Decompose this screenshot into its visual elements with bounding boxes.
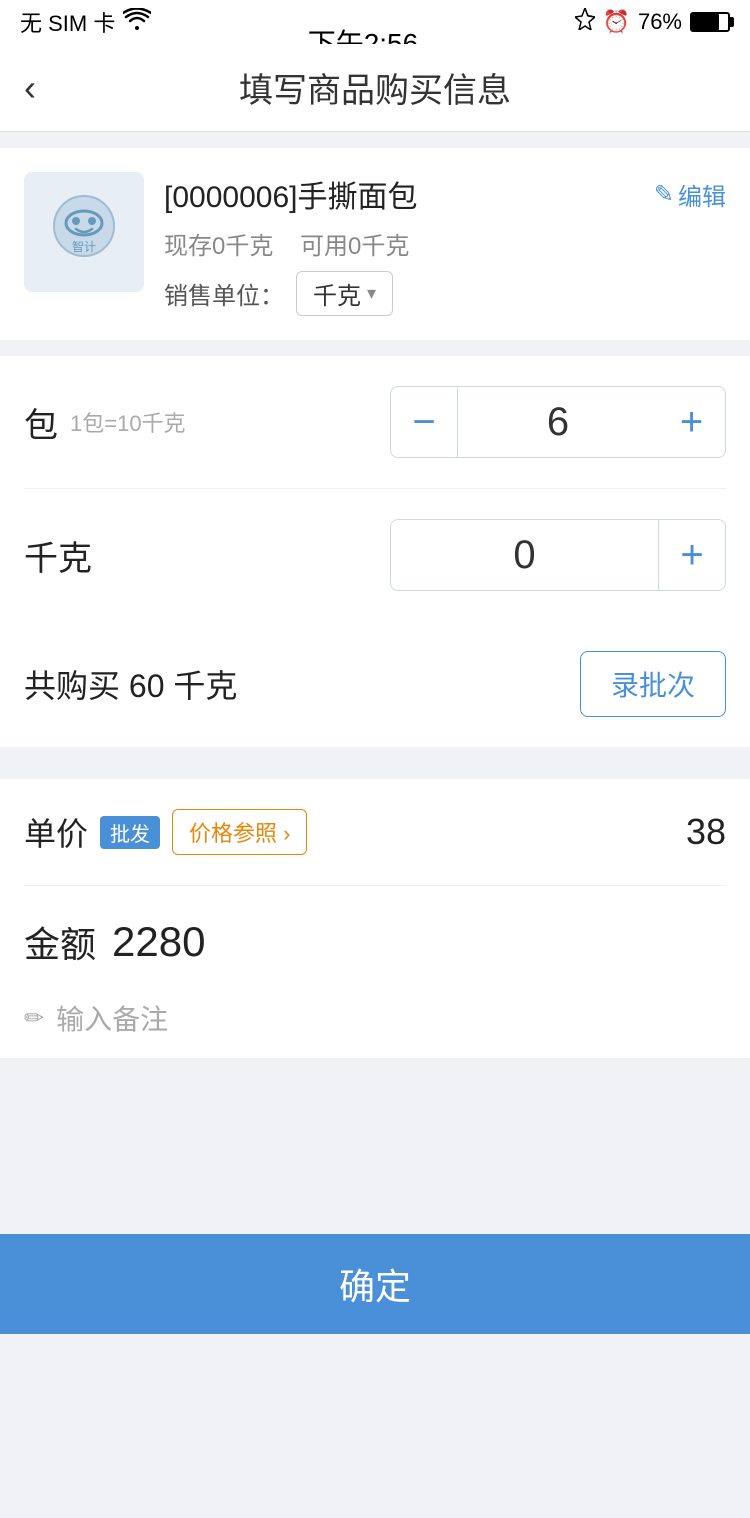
amount-value: 2280	[112, 918, 205, 966]
input-section: 包 1包=10千克 − + 千克 +	[0, 356, 750, 621]
bao-quantity-control: − +	[390, 386, 726, 458]
kg-quantity-input[interactable]	[390, 519, 658, 591]
kg-input-row: 千克 +	[24, 489, 726, 621]
total-row: 共购买 60 千克 录批次	[0, 621, 750, 747]
divider-2	[0, 747, 750, 763]
bao-input-row: 包 1包=10千克 − +	[24, 356, 726, 489]
status-carrier: 无 SIM 卡	[20, 6, 151, 38]
alarm-icon: ⏰	[603, 9, 630, 35]
pencil-icon: ✏	[24, 1004, 44, 1033]
product-name: [0000006]手撕面包	[164, 172, 417, 216]
bao-plus-button[interactable]: +	[658, 386, 726, 458]
battery-icon	[690, 12, 730, 32]
remark-row[interactable]: ✏ 输入备注	[24, 988, 726, 1048]
confirm-bar[interactable]: 确定	[0, 1234, 750, 1334]
record-batch-button[interactable]: 录批次	[580, 651, 726, 717]
remark-placeholder: 输入备注	[56, 998, 168, 1038]
bao-quantity-input[interactable]	[458, 386, 658, 458]
edit-button[interactable]: ✎ 编辑	[654, 177, 726, 212]
amount-label: 金额	[24, 916, 96, 968]
batch-tag: 批发	[100, 816, 160, 849]
product-unit-row: 销售单位： 千克 ▾	[164, 271, 726, 316]
amount-section: 金额 2280 ✏ 输入备注	[0, 886, 750, 1058]
carrier-text: 无 SIM 卡	[20, 6, 115, 38]
price-ref-button[interactable]: 价格参照 ›	[172, 809, 307, 855]
product-stock: 现存0千克 可用0千克	[164, 226, 726, 261]
kg-plus-button[interactable]: +	[658, 519, 726, 591]
product-image: 智计	[24, 172, 144, 292]
total-text: 共购买 60 千克	[24, 661, 237, 707]
edit-icon: ✎	[654, 180, 674, 209]
bao-minus-button[interactable]: −	[390, 386, 458, 458]
unit-selector[interactable]: 千克 ▾	[296, 271, 393, 316]
location-icon	[575, 8, 595, 36]
unit-arrow-icon: ▾	[367, 283, 376, 304]
product-info: [0000006]手撕面包 ✎ 编辑 现存0千克 可用0千克 销售单位： 千克 …	[164, 172, 726, 316]
kg-label: 千克	[24, 531, 92, 580]
wifi-icon	[123, 8, 151, 36]
battery-percent: 76%	[638, 9, 682, 35]
status-right: ⏰ 76%	[575, 8, 730, 36]
nav-title: 填写商品购买信息	[239, 63, 511, 112]
confirm-button-label: 确定	[339, 1258, 411, 1310]
price-value: 38	[686, 811, 726, 853]
back-button[interactable]: ‹	[24, 67, 36, 109]
amount-row: 金额 2280	[24, 916, 726, 968]
price-row: 单价 批发 价格参照 › 38	[24, 779, 726, 886]
price-section: 单价 批发 价格参照 › 38	[0, 779, 750, 886]
product-card: 智计 [0000006]手撕面包 ✎ 编辑 现存0千克 可用0千克 销售单位： …	[0, 148, 750, 340]
bao-label: 包 1包=10千克	[24, 398, 186, 447]
svg-text:智计: 智计	[72, 239, 96, 254]
divider-1	[0, 340, 750, 356]
nav-bar: ‹ 填写商品购买信息	[0, 44, 750, 132]
product-logo: 智计	[49, 191, 119, 273]
status-bar: 无 SIM 卡 下午2:56 ⏰ 76%	[0, 0, 750, 44]
kg-quantity-control: +	[390, 519, 726, 591]
price-label: 单价 批发 价格参照 ›	[24, 809, 307, 855]
